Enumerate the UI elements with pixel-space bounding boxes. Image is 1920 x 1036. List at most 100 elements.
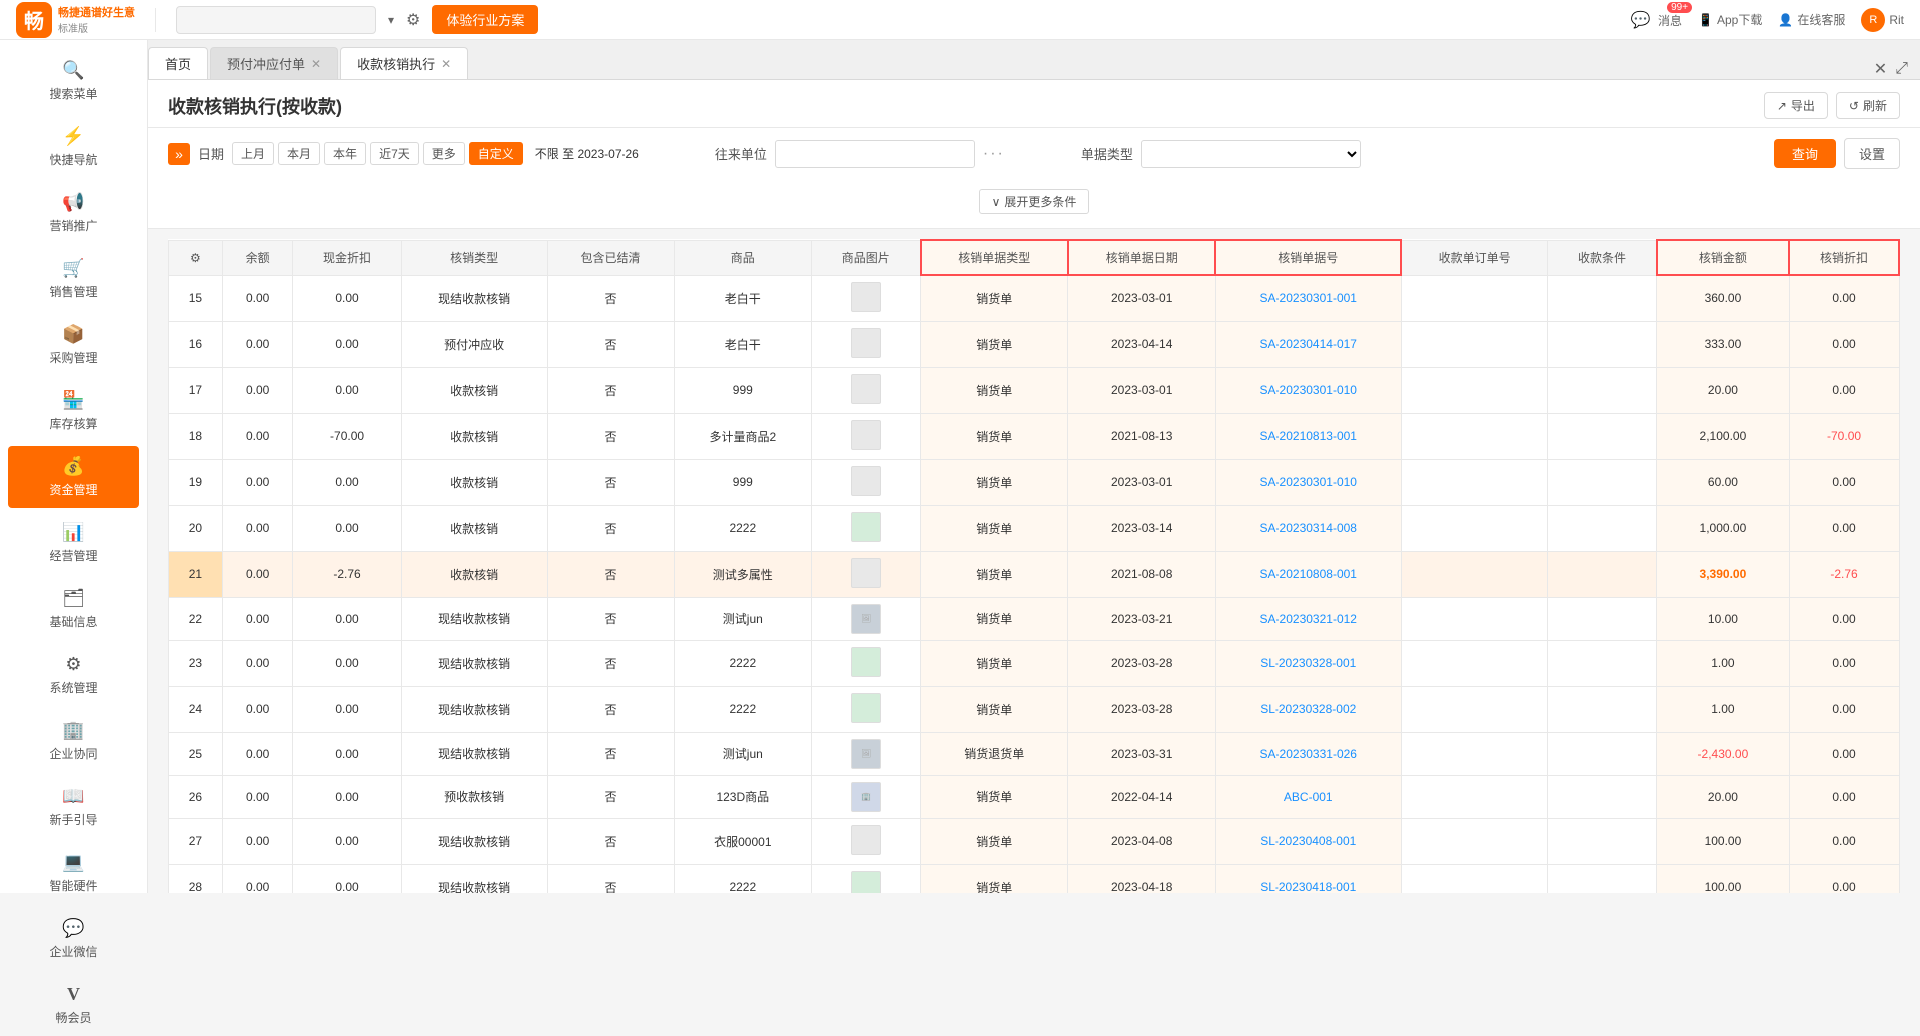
cell-bill-no[interactable]: SA-20230414-017 (1215, 321, 1401, 367)
tab-receipt[interactable]: 收款核销执行 ✕ (340, 47, 468, 79)
tab-receipt-close[interactable]: ✕ (441, 57, 451, 71)
bill-type-select[interactable] (1141, 140, 1361, 168)
cell-verify-amount: 2,100.00 (1657, 413, 1789, 459)
bill-no-link[interactable]: SA-20230301-001 (1260, 291, 1357, 305)
cell-receipt-order (1401, 367, 1548, 413)
bill-no-link[interactable]: SL-20230328-001 (1260, 656, 1356, 670)
cell-balance: 0.00 (222, 505, 293, 551)
sidebar-item-finance[interactable]: 💰 资金管理 (8, 446, 139, 508)
bill-no-link[interactable]: SA-20230314-008 (1260, 521, 1357, 535)
cell-verify-type: 现结收款核销 (401, 597, 547, 640)
sidebar-item-purchase[interactable]: 📦 采购管理 (8, 314, 139, 376)
tab-prepay[interactable]: 预付冲应付单 ✕ (210, 47, 338, 79)
cell-bill-no[interactable]: SL-20230328-002 (1215, 686, 1401, 732)
cell-bill-no[interactable]: SA-20230321-012 (1215, 597, 1401, 640)
th-verify-discount: 核销折扣 (1789, 240, 1899, 275)
bill-no-link[interactable]: SA-20210813-001 (1260, 429, 1357, 443)
cell-bill-no[interactable]: SA-20230301-001 (1215, 275, 1401, 321)
cell-bill-no[interactable]: SL-20230418-001 (1215, 864, 1401, 893)
tab-prepay-label: 预付冲应付单 (227, 54, 305, 73)
date-btn-this-month[interactable]: 本月 (278, 142, 320, 165)
tab-close-all[interactable]: ✕ (1874, 59, 1887, 79)
cell-bill-no[interactable]: SA-20230331-026 (1215, 732, 1401, 775)
sidebar-item-hardware[interactable]: 💻 智能硬件 (8, 842, 139, 904)
sidebar-item-operation[interactable]: 📊 经营管理 (8, 512, 139, 574)
th-settings[interactable]: ⚙ (169, 240, 223, 275)
bill-type-label: 单据类型 (1081, 144, 1133, 163)
online-service[interactable]: 👤在线客服 (1778, 11, 1845, 28)
bill-no-link[interactable]: SL-20230418-001 (1260, 880, 1356, 893)
dropdown-arrow[interactable]: ▾ (388, 13, 394, 27)
wechat-icon: 💬 (62, 918, 84, 939)
sidebar-item-basic[interactable]: 🗂 基础信息 (8, 578, 139, 640)
bill-no-link[interactable]: SA-20230331-026 (1260, 747, 1357, 761)
sidebar-item-member[interactable]: V 畅会员 (8, 974, 139, 1036)
date-buttons: 上月 本月 本年 近7天 更多 自定义 (232, 142, 523, 165)
bill-no-link[interactable]: SL-20230328-002 (1260, 702, 1356, 716)
cell-included: 否 (547, 775, 674, 818)
cell-bill-no[interactable]: SL-20230408-001 (1215, 818, 1401, 864)
date-btn-last-month[interactable]: 上月 (232, 142, 274, 165)
cell-receipt-cond (1548, 864, 1657, 893)
bill-no-link[interactable]: SA-20230414-017 (1260, 337, 1357, 351)
cell-bill-no[interactable]: SA-20210813-001 (1215, 413, 1401, 459)
cell-bill-no[interactable]: SA-20210808-001 (1215, 551, 1401, 597)
bill-no-link[interactable]: SA-20230301-010 (1260, 383, 1357, 397)
cell-num: 24 (169, 686, 223, 732)
cell-num: 19 (169, 459, 223, 505)
table-row: 23 0.00 0.00 现结收款核销 否 2222 销货单 2023-03-2… (169, 640, 1900, 686)
search-input[interactable] (176, 6, 376, 34)
th-goods: 商品 (674, 240, 812, 275)
cell-bill-type: 销货单 (921, 640, 1068, 686)
query-button[interactable]: 查询 (1774, 139, 1836, 168)
cell-goods: 测试jun (674, 732, 812, 775)
page-actions: ↗ 导出 ↺ 刷新 (1764, 92, 1900, 119)
bill-no-link[interactable]: SL-20230408-001 (1260, 834, 1356, 848)
sidebar-item-guide[interactable]: 📖 新手引导 (8, 776, 139, 838)
export-icon: ↗ (1777, 99, 1787, 113)
sidebar-item-search[interactable]: 🔍 搜索菜单 (8, 50, 139, 112)
cell-verify-amount: 1.00 (1657, 686, 1789, 732)
message-button[interactable]: 💬 99+ 消息 (1631, 10, 1682, 30)
sidebar-item-wechat[interactable]: 💬 企业微信 (8, 908, 139, 970)
tab-home[interactable]: 首页 (148, 47, 208, 79)
user-info[interactable]: R Rit (1861, 8, 1904, 32)
refresh-button[interactable]: ↺ 刷新 (1836, 92, 1900, 119)
date-btn-custom[interactable]: 自定义 (469, 142, 523, 165)
date-btn-this-year[interactable]: 本年 (324, 142, 366, 165)
cell-bill-type: 销货单 (921, 775, 1068, 818)
sidebar-item-corp[interactable]: 🏢 企业协同 (8, 710, 139, 772)
bill-no-link[interactable]: SA-20210808-001 (1260, 567, 1357, 581)
sidebar-item-sales[interactable]: 🛒 销售管理 (8, 248, 139, 310)
sidebar-item-inventory[interactable]: 🏪 库存核算 (8, 380, 139, 442)
cell-bill-no[interactable]: SA-20230301-010 (1215, 459, 1401, 505)
export-button[interactable]: ↗ 导出 (1764, 92, 1828, 119)
date-btn-more[interactable]: 更多 (423, 142, 465, 165)
expand-arrow[interactable]: » (168, 143, 190, 165)
cell-bill-no[interactable]: ABC-001 (1215, 775, 1401, 818)
member-icon: V (67, 984, 80, 1005)
cell-bill-no[interactable]: SL-20230328-001 (1215, 640, 1401, 686)
bill-no-link[interactable]: SA-20230301-010 (1260, 475, 1357, 489)
sidebar-item-marketing[interactable]: 📢 营销推广 (8, 182, 139, 244)
tab-maximize[interactable]: ⤢ (1895, 60, 1908, 78)
tab-prepay-close[interactable]: ✕ (311, 57, 321, 71)
sidebar-item-quick[interactable]: ⚡ 快捷导航 (8, 116, 139, 178)
from-unit-input[interactable] (775, 140, 975, 168)
table-container[interactable]: ⚙ 余额 现金折扣 核销类型 包含已结清 商品 商品图片 核销单据类型 核销单据… (148, 229, 1920, 893)
bill-no-link[interactable]: ABC-001 (1284, 790, 1333, 804)
solution-button[interactable]: 体验行业方案 (432, 5, 538, 34)
sidebar-item-system[interactable]: ⚙ 系统管理 (8, 644, 139, 706)
logo-text: 畅捷通谱好生意 (58, 4, 135, 20)
expand-more-button[interactable]: ∨ 展开更多条件 (979, 189, 1090, 214)
cell-bill-no[interactable]: SA-20230314-008 (1215, 505, 1401, 551)
cell-bill-no[interactable]: SA-20230301-010 (1215, 367, 1401, 413)
gear-icon[interactable]: ⚙ (406, 10, 420, 30)
app-download[interactable]: 📱App下载 (1698, 11, 1762, 28)
bill-no-link[interactable]: SA-20230321-012 (1260, 612, 1357, 626)
cell-goods-img: 🖼 (812, 732, 921, 775)
cell-included: 否 (547, 551, 674, 597)
setting-button[interactable]: 设置 (1844, 138, 1900, 169)
cell-cash-discount: 0.00 (293, 686, 401, 732)
date-btn-7days[interactable]: 近7天 (370, 142, 419, 165)
